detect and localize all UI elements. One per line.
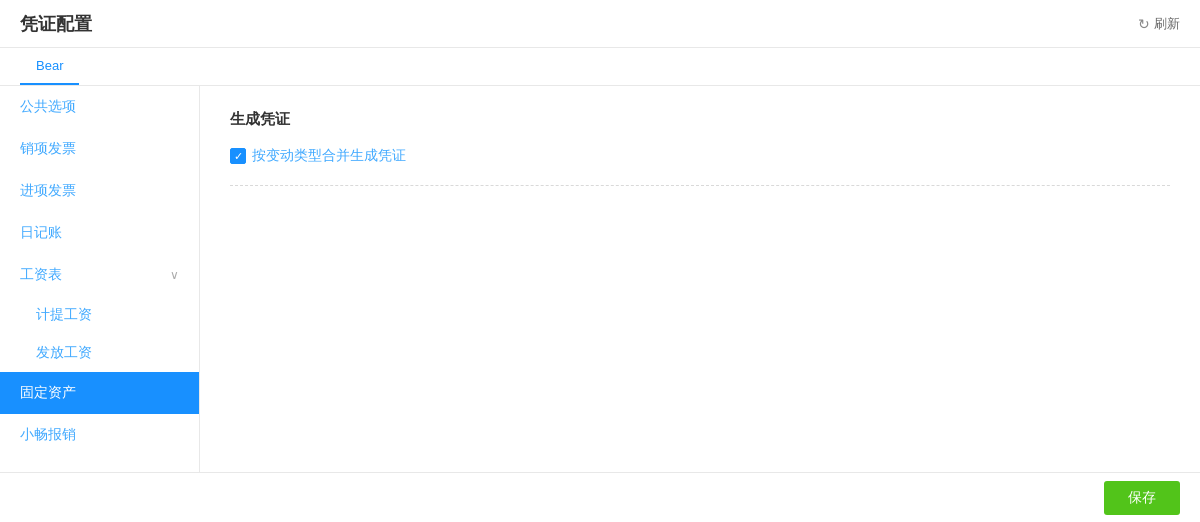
sidebar-item-label: 计提工资 xyxy=(36,306,92,324)
refresh-label: 刷新 xyxy=(1154,15,1180,33)
sidebar-item-label: 小畅报销 xyxy=(20,426,76,444)
refresh-button[interactable]: ↻ 刷新 xyxy=(1138,15,1180,33)
sidebar-item-journal[interactable]: 日记账 xyxy=(0,212,199,254)
sidebar-item-calc-payroll[interactable]: 计提工资 xyxy=(0,296,199,334)
sidebar-item-label: 公共选项 xyxy=(20,98,76,116)
checkbox-checked-icon xyxy=(230,148,246,164)
merge-by-type-checkbox[interactable]: 按变动类型合并生成凭证 xyxy=(230,147,406,165)
sidebar: 公共选项 销项发票 进项发票 日记账 工资表 ∨ 计提工资 发放工资 固定资 xyxy=(0,86,200,472)
page-header: 凭证配置 ↻ 刷新 xyxy=(0,0,1200,48)
sidebar-item-fixed-assets[interactable]: 固定资产 xyxy=(0,372,199,414)
main-area: 公共选项 销项发票 进项发票 日记账 工资表 ∨ 计提工资 发放工资 固定资 xyxy=(0,86,1200,472)
chevron-down-icon: ∨ xyxy=(170,268,179,282)
tab-bear[interactable]: Bear xyxy=(20,48,79,85)
refresh-icon: ↻ xyxy=(1138,16,1150,32)
checkbox-label: 按变动类型合并生成凭证 xyxy=(252,147,406,165)
sidebar-item-label: 日记账 xyxy=(20,224,62,242)
section-title: 生成凭证 xyxy=(230,110,1170,129)
main-content: 生成凭证 按变动类型合并生成凭证 xyxy=(200,86,1200,472)
sidebar-item-payroll[interactable]: 工资表 ∨ xyxy=(0,254,199,296)
sidebar-item-pay-payroll[interactable]: 发放工资 xyxy=(0,334,199,372)
sidebar-item-public-options[interactable]: 公共选项 xyxy=(0,86,199,128)
sidebar-item-label: 固定资产 xyxy=(20,384,76,402)
sidebar-item-purchase-invoice[interactable]: 进项发票 xyxy=(0,170,199,212)
sidebar-item-label: 销项发票 xyxy=(20,140,76,158)
page-title: 凭证配置 xyxy=(20,12,92,36)
checkbox-row: 按变动类型合并生成凭证 xyxy=(230,147,1170,165)
sidebar-item-sales-invoice[interactable]: 销项发票 xyxy=(0,128,199,170)
top-tab-bar: Bear xyxy=(0,48,1200,86)
sidebar-item-label: 进项发票 xyxy=(20,182,76,200)
sidebar-item-expense-report[interactable]: 小畅报销 xyxy=(0,414,199,456)
save-button[interactable]: 保存 xyxy=(1104,481,1180,515)
section-divider xyxy=(230,185,1170,186)
sidebar-item-label: 发放工资 xyxy=(36,344,92,362)
sidebar-item-label: 工资表 xyxy=(20,266,62,284)
page-footer: 保存 xyxy=(0,472,1200,522)
